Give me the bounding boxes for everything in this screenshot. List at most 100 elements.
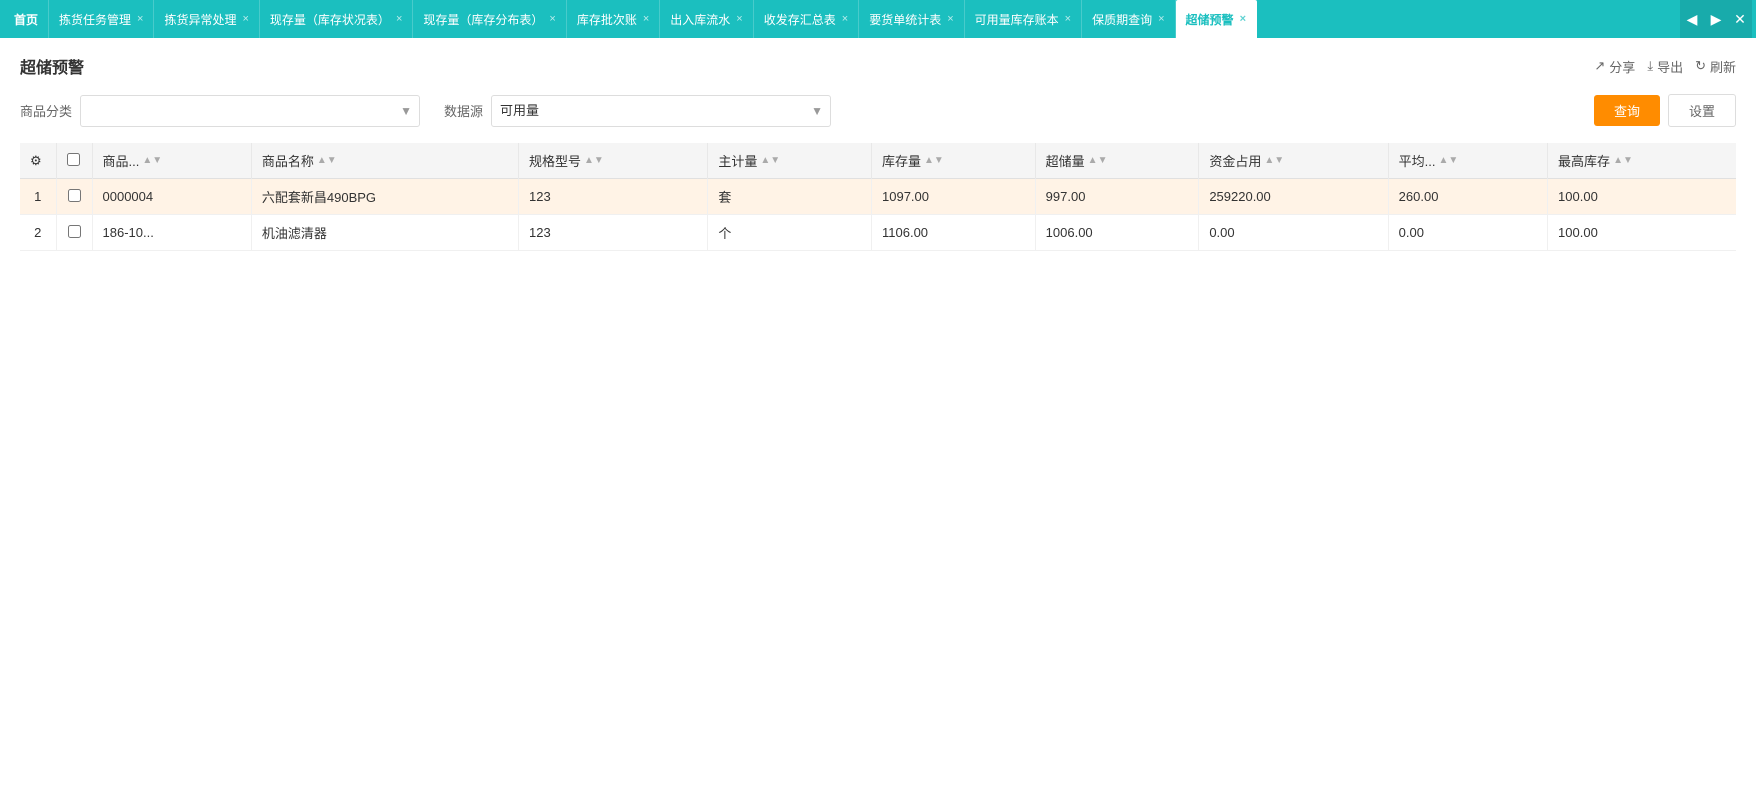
- close-tab-recv[interactable]: ×: [842, 13, 848, 25]
- close-tab-task[interactable]: ×: [137, 13, 143, 25]
- row-1-max: 100.00: [1548, 179, 1736, 215]
- th-spec: 规格型号 ▲▼: [518, 143, 707, 179]
- nav-tab-recv[interactable]: 收发存汇总表 ×: [754, 0, 859, 38]
- sort-icon-spec: ▲▼: [584, 156, 604, 166]
- datasource-select-wrapper: 可用量 ▼: [491, 95, 831, 127]
- nav-tab-avail-account[interactable]: 可用量库存账本 ×: [965, 0, 1082, 38]
- row-2-checkbox[interactable]: [68, 225, 81, 238]
- th-code: 商品... ▲▼: [92, 143, 251, 179]
- row-2-capital: 0.00: [1199, 215, 1388, 251]
- row-checkbox-1: [56, 179, 92, 215]
- filter-buttons: 查询 设置: [1594, 94, 1736, 127]
- nav-tab-inventory-dist[interactable]: 现存量（库存分布表） ×: [413, 0, 566, 38]
- th-checkbox: [56, 143, 92, 179]
- th-overstock: 超储量 ▲▼: [1035, 143, 1199, 179]
- sort-icon-stock: ▲▼: [924, 156, 944, 166]
- category-select-wrapper: ▼: [80, 95, 420, 127]
- nav-arrow-right[interactable]: ▶: [1704, 0, 1728, 38]
- row-2-name: 机油滤清器: [251, 215, 518, 251]
- query-button[interactable]: 查询: [1594, 95, 1660, 126]
- header-actions: ↗ 分享 ⤓ 导出 ↻ 刷新: [1594, 57, 1736, 76]
- category-label: 商品分类: [20, 101, 72, 120]
- filter-row: 商品分类 ▼ 数据源 可用量 ▼ 查询 设置: [20, 94, 1736, 127]
- sort-unit[interactable]: 主计量 ▲▼: [718, 151, 780, 170]
- nav-arrow-left[interactable]: ◀: [1680, 0, 1704, 38]
- close-tab-inventory-dist[interactable]: ×: [549, 13, 555, 25]
- top-nav: 首页 拣货任务管理 × 拣货异常处理 × 现存量（库存状况表） × 现存量（库存…: [0, 0, 1756, 38]
- gear-icon[interactable]: ⚙: [30, 153, 42, 168]
- row-2-unit: 个: [708, 215, 872, 251]
- nav-tab-inventory-status[interactable]: 现存量（库存状况表） ×: [260, 0, 413, 38]
- row-1-stock: 1097.00: [872, 179, 1036, 215]
- sort-code[interactable]: 商品... ▲▼: [103, 151, 163, 170]
- filter-datasource: 数据源 可用量 ▼: [444, 95, 831, 127]
- row-checkbox-2: [56, 215, 92, 251]
- th-avg: 平均... ▲▼: [1388, 143, 1547, 179]
- close-tab-avail-account[interactable]: ×: [1065, 13, 1071, 25]
- row-2-overstock: 1006.00: [1035, 215, 1199, 251]
- filter-category: 商品分类 ▼: [20, 95, 420, 127]
- nav-tab-overstock[interactable]: 超储预警 ×: [1176, 0, 1257, 38]
- row-num-2: 2: [20, 215, 56, 251]
- th-max: 最高库存 ▲▼: [1548, 143, 1736, 179]
- row-1-capital: 259220.00: [1199, 179, 1388, 215]
- export-button[interactable]: ⤓ 导出: [1647, 57, 1683, 76]
- th-name: 商品名称 ▲▼: [251, 143, 518, 179]
- nav-tab-order-stat[interactable]: 要货单统计表 ×: [859, 0, 964, 38]
- sort-spec[interactable]: 规格型号 ▲▼: [529, 151, 604, 170]
- close-tab-batch[interactable]: ×: [643, 13, 649, 25]
- close-tab-overstock[interactable]: ×: [1240, 13, 1246, 25]
- nav-tab-abnormal[interactable]: 拣货异常处理 ×: [154, 0, 259, 38]
- table-header-row: ⚙ 商品... ▲▼ 商品名称 ▲▼: [20, 143, 1736, 179]
- refresh-button[interactable]: ↻ 刷新: [1695, 57, 1736, 76]
- sort-stock[interactable]: 库存量 ▲▼: [882, 151, 944, 170]
- sort-icon-unit: ▲▼: [760, 156, 780, 166]
- sort-icon-avg: ▲▼: [1439, 156, 1459, 166]
- close-tab-inout[interactable]: ×: [736, 13, 742, 25]
- category-select[interactable]: [80, 95, 420, 127]
- row-2-stock: 1106.00: [872, 215, 1036, 251]
- share-icon: ↗: [1594, 58, 1605, 74]
- table-row: 2 186-10... 机油滤清器 123 个 1106.00 1006.00 …: [20, 215, 1736, 251]
- share-button[interactable]: ↗ 分享: [1594, 57, 1635, 76]
- page-content: 超储预警 ↗ 分享 ⤓ 导出 ↻ 刷新 商品分类 ▼: [0, 38, 1756, 800]
- row-2-avg: 0.00: [1388, 215, 1547, 251]
- datasource-select[interactable]: 可用量: [491, 95, 831, 127]
- close-tab-order-stat[interactable]: ×: [947, 13, 953, 25]
- sort-name[interactable]: 商品名称 ▲▼: [262, 151, 337, 170]
- sort-max[interactable]: 最高库存 ▲▼: [1558, 151, 1633, 170]
- close-tab-abnormal[interactable]: ×: [242, 13, 248, 25]
- th-gear: ⚙: [20, 143, 56, 179]
- nav-arrows: ◀ ▶ ✕: [1680, 0, 1752, 38]
- close-tab-inventory-status[interactable]: ×: [396, 13, 402, 25]
- refresh-icon: ↻: [1695, 58, 1706, 74]
- sort-icon-max: ▲▼: [1613, 156, 1633, 166]
- set-button[interactable]: 设置: [1668, 94, 1736, 127]
- page-header: 超储预警 ↗ 分享 ⤓ 导出 ↻ 刷新: [20, 54, 1736, 78]
- nav-tab-home[interactable]: 首页: [4, 0, 49, 38]
- nav-tab-task[interactable]: 拣货任务管理 ×: [49, 0, 154, 38]
- select-all-checkbox[interactable]: [67, 153, 80, 166]
- sort-avg[interactable]: 平均... ▲▼: [1399, 151, 1459, 170]
- row-1-checkbox[interactable]: [68, 189, 81, 202]
- close-tab-quality[interactable]: ×: [1158, 13, 1164, 25]
- th-stock: 库存量 ▲▼: [872, 143, 1036, 179]
- row-num-1: 1: [20, 179, 56, 215]
- row-2-max: 100.00: [1548, 215, 1736, 251]
- row-2-code: 186-10...: [92, 215, 251, 251]
- nav-tab-quality[interactable]: 保质期查询 ×: [1082, 0, 1175, 38]
- row-1-spec: 123: [518, 179, 707, 215]
- sort-icon-name: ▲▼: [317, 156, 337, 166]
- nav-tab-inout[interactable]: 出入库流水 ×: [660, 0, 753, 38]
- sort-icon-capital: ▲▼: [1264, 156, 1284, 166]
- page-title: 超储预警: [20, 54, 84, 78]
- row-1-avg: 260.00: [1388, 179, 1547, 215]
- sort-icon-overstock: ▲▼: [1088, 156, 1108, 166]
- nav-arrow-close[interactable]: ✕: [1728, 0, 1752, 38]
- row-1-overstock: 997.00: [1035, 179, 1199, 215]
- table-row: 1 0000004 六配套新昌490BPG 123 套 1097.00 997.…: [20, 179, 1736, 215]
- nav-tab-batch[interactable]: 库存批次账 ×: [567, 0, 660, 38]
- row-1-name: 六配套新昌490BPG: [251, 179, 518, 215]
- sort-capital[interactable]: 资金占用 ▲▼: [1209, 151, 1284, 170]
- sort-overstock[interactable]: 超储量 ▲▼: [1046, 151, 1108, 170]
